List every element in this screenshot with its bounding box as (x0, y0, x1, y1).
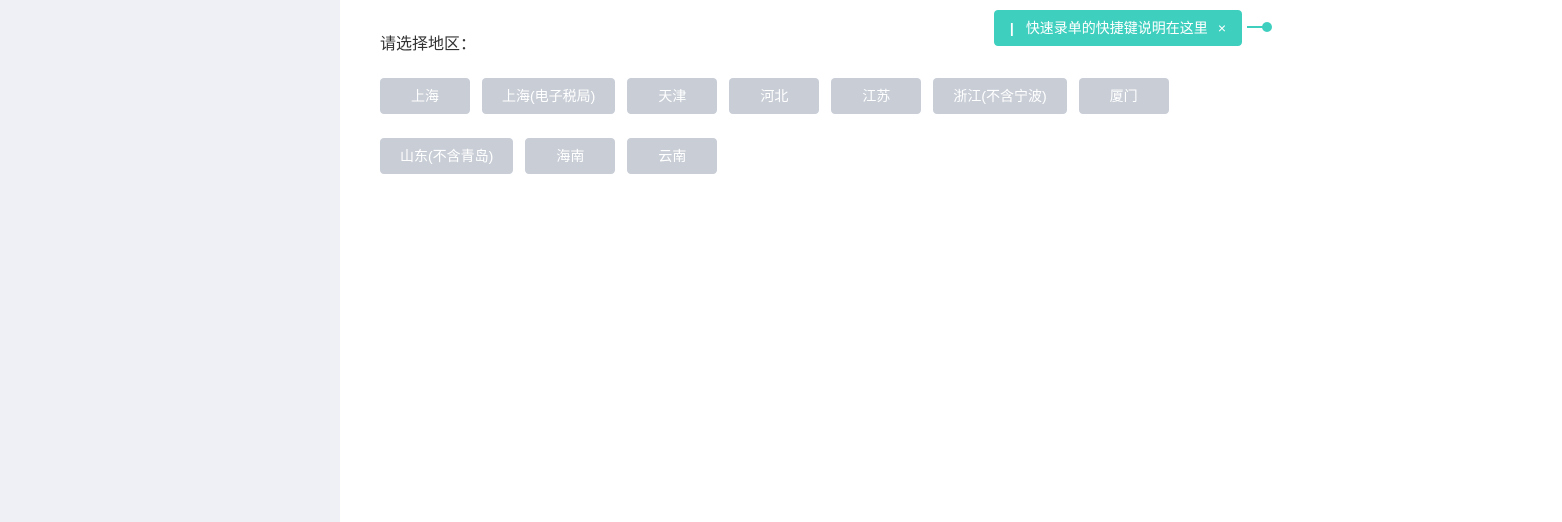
region-buttons: 上海 上海(电子税局) 天津 河北 江苏 浙江(不含宁波) 厦门 山东(不含青岛… (380, 78, 1522, 174)
tooltip-text: 快速录单的快捷键说明在这里 (1026, 18, 1208, 38)
region-btn-tianjin[interactable]: 天津 (627, 78, 717, 114)
tooltip-dot (1262, 22, 1272, 32)
region-btn-xiamen[interactable]: 厦门 (1079, 78, 1169, 114)
region-btn-shandong[interactable]: 山东(不含青岛) (380, 138, 513, 174)
region-btn-yunnan[interactable]: 云南 (627, 138, 717, 174)
main-content: 请选择地区： 上海 上海(电子税局) 天津 河北 江苏 浙江(不含宁波) 厦门 … (340, 0, 1562, 522)
region-btn-zhejiang[interactable]: 浙江(不含宁波) (933, 78, 1066, 114)
left-sidebar (0, 0, 340, 522)
region-btn-jiangsu[interactable]: 江苏 (831, 78, 921, 114)
region-btn-shanghai-etax[interactable]: 上海(电子税局) (482, 78, 615, 114)
page-title: 请选择地区： (380, 30, 1522, 54)
region-btn-hainan[interactable]: 海南 (525, 138, 615, 174)
region-btn-shanghai[interactable]: 上海 (380, 78, 470, 114)
region-btn-hebei[interactable]: 河北 (729, 78, 819, 114)
tooltip-banner: 快速录单的快捷键说明在这里 × (994, 10, 1242, 46)
tooltip-close-button[interactable]: × (1218, 21, 1226, 35)
